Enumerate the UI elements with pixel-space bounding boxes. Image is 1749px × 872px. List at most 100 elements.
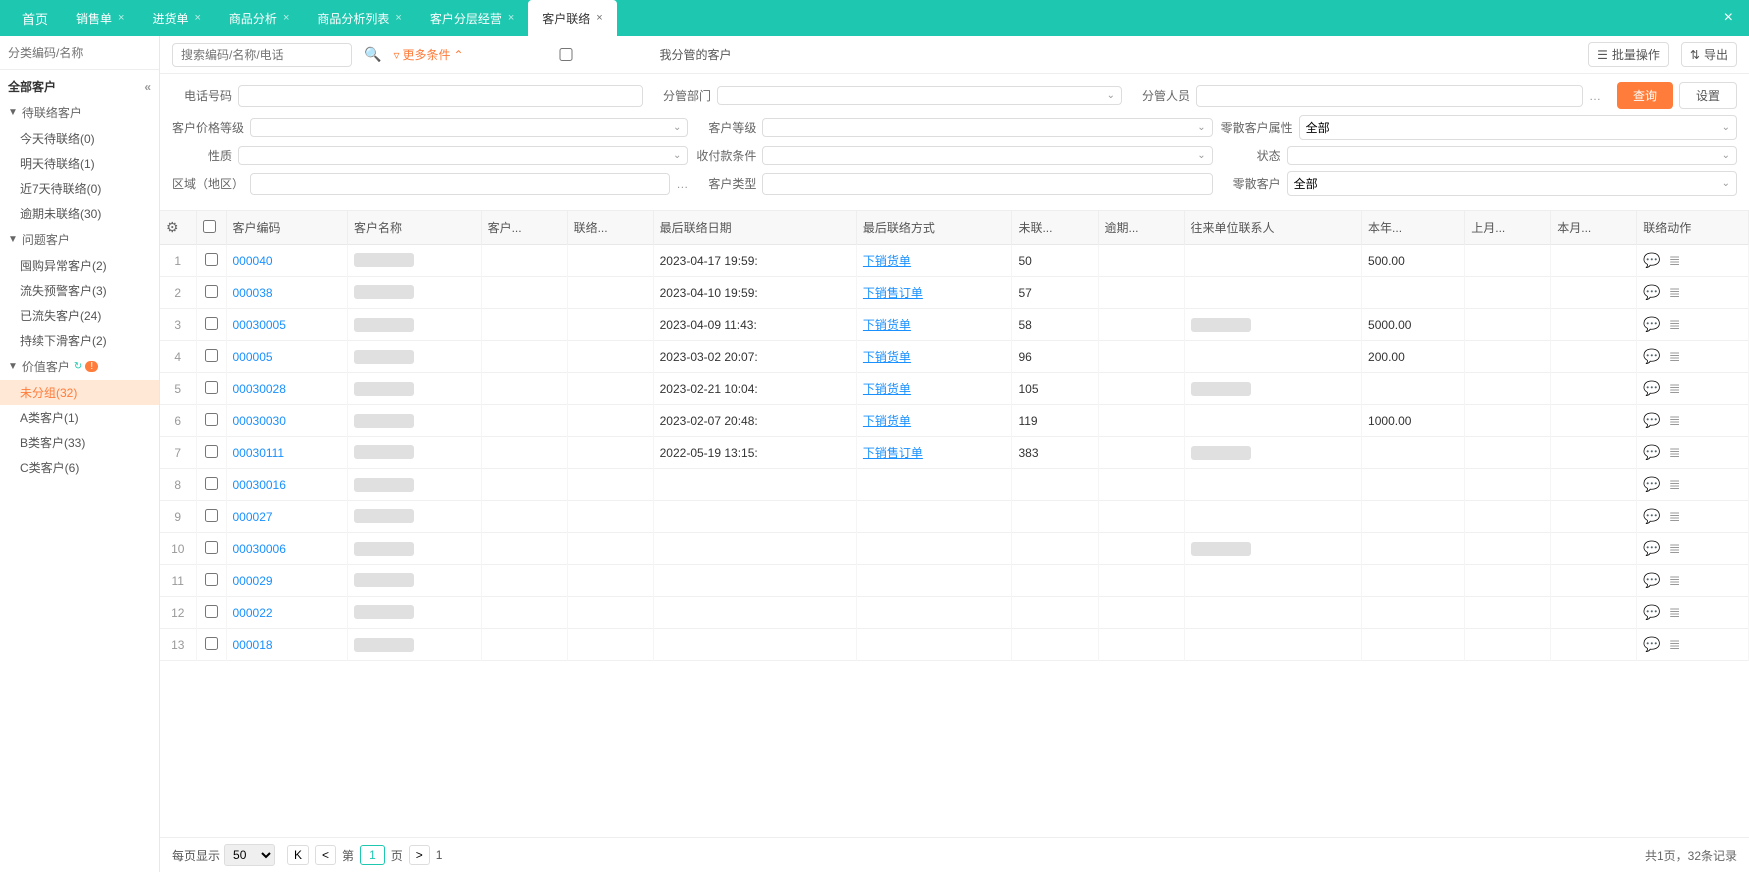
sidebar-item-c-class[interactable]: C类客户(6) (0, 455, 159, 480)
batch-ops-button[interactable]: ☰ 批量操作 (1588, 42, 1669, 67)
row-checkbox[interactable] (196, 597, 226, 629)
reset-button[interactable]: 设置 (1679, 82, 1737, 109)
contact-icon[interactable]: 💬 (1643, 508, 1660, 525)
sidebar-item-b-class[interactable]: B类客户(33) (0, 430, 159, 455)
contact-icon[interactable]: 💬 (1643, 380, 1660, 397)
row-checkbox[interactable] (196, 565, 226, 597)
refresh-icon[interactable]: ↻ (74, 361, 82, 372)
close-all-button[interactable]: × (1716, 9, 1741, 27)
search-input[interactable] (172, 43, 352, 67)
phone-input[interactable] (238, 85, 643, 107)
query-button[interactable]: 查询 (1617, 82, 1673, 109)
contact-icon[interactable]: 💬 (1643, 252, 1660, 269)
close-icon[interactable]: × (395, 12, 401, 24)
more-action-icon[interactable]: ≣ (1669, 572, 1681, 589)
row-checkbox[interactable] (196, 309, 226, 341)
row-checkbox[interactable] (196, 245, 226, 277)
row-checkbox[interactable] (196, 277, 226, 309)
contact-icon[interactable]: 💬 (1643, 476, 1660, 493)
close-icon[interactable]: × (508, 12, 514, 24)
dots-icon[interactable]: … (1589, 89, 1601, 103)
row-checkbox[interactable] (196, 629, 226, 661)
first-page-button[interactable]: K (287, 845, 309, 865)
customer-type-input[interactable] (762, 173, 1212, 195)
row-checkbox[interactable] (196, 501, 226, 533)
more-action-icon[interactable]: ≣ (1669, 284, 1681, 301)
dots-icon[interactable]: … (676, 177, 688, 191)
collapse-icon[interactable]: « (144, 80, 151, 94)
contact-icon[interactable]: 💬 (1643, 284, 1660, 301)
tab-product-analysis[interactable]: 商品分析 × (215, 0, 303, 36)
more-action-icon[interactable]: ≣ (1669, 316, 1681, 333)
gear-header[interactable]: ⚙ (160, 211, 196, 245)
search-button[interactable]: 🔍 (364, 46, 381, 63)
sidebar-item-ungrouped[interactable]: 未分组(32) (0, 380, 159, 405)
contact-icon[interactable]: 💬 (1643, 540, 1660, 557)
my-customers-filter[interactable]: 我分管的客户 (476, 46, 732, 63)
tab-customer-contact[interactable]: 客户联络 × (528, 0, 616, 36)
my-customers-checkbox[interactable] (476, 48, 656, 61)
last-method-link[interactable]: 下销货单 (863, 382, 911, 396)
more-conditions-button[interactable]: ▿ 更多条件 ⌃ (393, 46, 463, 63)
sidebar-group-value[interactable]: ▼ 价值客户 ↻ ! (0, 353, 159, 380)
sidebar-item-loss-warning[interactable]: 流失预警客户(3) (0, 278, 159, 303)
dept-select[interactable]: ⌄ (717, 86, 1122, 105)
contact-icon[interactable]: 💬 (1643, 444, 1660, 461)
row-checkbox[interactable] (196, 405, 226, 437)
contact-icon[interactable]: 💬 (1643, 636, 1660, 653)
sidebar-item-7days[interactable]: 近7天待联络(0) (0, 176, 159, 201)
status-select[interactable]: ⌄ (1287, 146, 1737, 165)
settings-icon[interactable]: ⚙ (166, 219, 179, 235)
last-method-link[interactable]: 下销售订单 (863, 446, 923, 460)
more-action-icon[interactable]: ≣ (1669, 348, 1681, 365)
per-page-select[interactable]: 50 100 200 (224, 844, 275, 866)
select-all-checkbox[interactable] (203, 220, 216, 233)
retail-attr-select[interactable]: 全部 ⌄ (1299, 115, 1737, 140)
all-customers-header[interactable]: 全部客户 « (0, 70, 159, 99)
more-action-icon[interactable]: ≣ (1669, 444, 1681, 461)
row-checkbox[interactable] (196, 373, 226, 405)
more-action-icon[interactable]: ≣ (1669, 540, 1681, 557)
more-action-icon[interactable]: ≣ (1669, 412, 1681, 429)
sidebar-group-problem[interactable]: ▼ 问题客户 (0, 226, 159, 253)
contact-icon[interactable]: 💬 (1643, 572, 1660, 589)
more-action-icon[interactable]: ≣ (1669, 252, 1681, 269)
sidebar-item-a-class[interactable]: A类客户(1) (0, 405, 159, 430)
price-tier-select[interactable]: ⌄ (250, 118, 688, 137)
contact-icon[interactable]: 💬 (1643, 316, 1660, 333)
tab-purchase-order[interactable]: 进货单 × (138, 0, 214, 36)
more-action-icon[interactable]: ≣ (1669, 380, 1681, 397)
tab-sales-order[interactable]: 销售单 × (62, 0, 138, 36)
last-method-link[interactable]: 下销货单 (863, 318, 911, 332)
row-checkbox[interactable] (196, 469, 226, 501)
payment-select[interactable]: ⌄ (762, 146, 1212, 165)
last-method-link[interactable]: 下销售订单 (863, 286, 923, 300)
contact-icon[interactable]: 💬 (1643, 604, 1660, 621)
row-checkbox[interactable] (196, 437, 226, 469)
close-icon[interactable]: × (194, 12, 200, 24)
sidebar-item-hoarding-abnormal[interactable]: 囤购异常客户(2) (0, 253, 159, 278)
manager-input[interactable] (1196, 85, 1583, 107)
next-page-button[interactable]: > (409, 845, 430, 865)
sidebar-item-lost[interactable]: 已流失客户(24) (0, 303, 159, 328)
more-action-icon[interactable]: ≣ (1669, 476, 1681, 493)
close-icon[interactable]: × (596, 12, 602, 24)
sidebar-item-today[interactable]: 今天待联络(0) (0, 126, 159, 151)
customer-tier-select[interactable]: ⌄ (762, 118, 1212, 137)
row-checkbox[interactable] (196, 533, 226, 565)
nature-select[interactable]: ⌄ (238, 146, 688, 165)
close-icon[interactable]: × (118, 12, 124, 24)
tab-product-analysis-list[interactable]: 商品分析列表 × (303, 0, 415, 36)
more-action-icon[interactable]: ≣ (1669, 604, 1681, 621)
sidebar-item-declining[interactable]: 持续下滑客户(2) (0, 328, 159, 353)
tab-customer-tier[interactable]: 客户分层经营 × (416, 0, 528, 36)
contact-icon[interactable]: 💬 (1643, 412, 1660, 429)
home-tab[interactable]: 首页 (8, 0, 62, 36)
last-method-link[interactable]: 下销货单 (863, 254, 911, 268)
contact-icon[interactable]: 💬 (1643, 348, 1660, 365)
sidebar-item-overdue[interactable]: 逾期未联络(30) (0, 201, 159, 226)
sidebar-item-tomorrow[interactable]: 明天待联络(1) (0, 151, 159, 176)
row-checkbox[interactable] (196, 341, 226, 373)
last-method-link[interactable]: 下销货单 (863, 414, 911, 428)
sidebar-group-pending[interactable]: ▼ 待联络客户 (0, 99, 159, 126)
